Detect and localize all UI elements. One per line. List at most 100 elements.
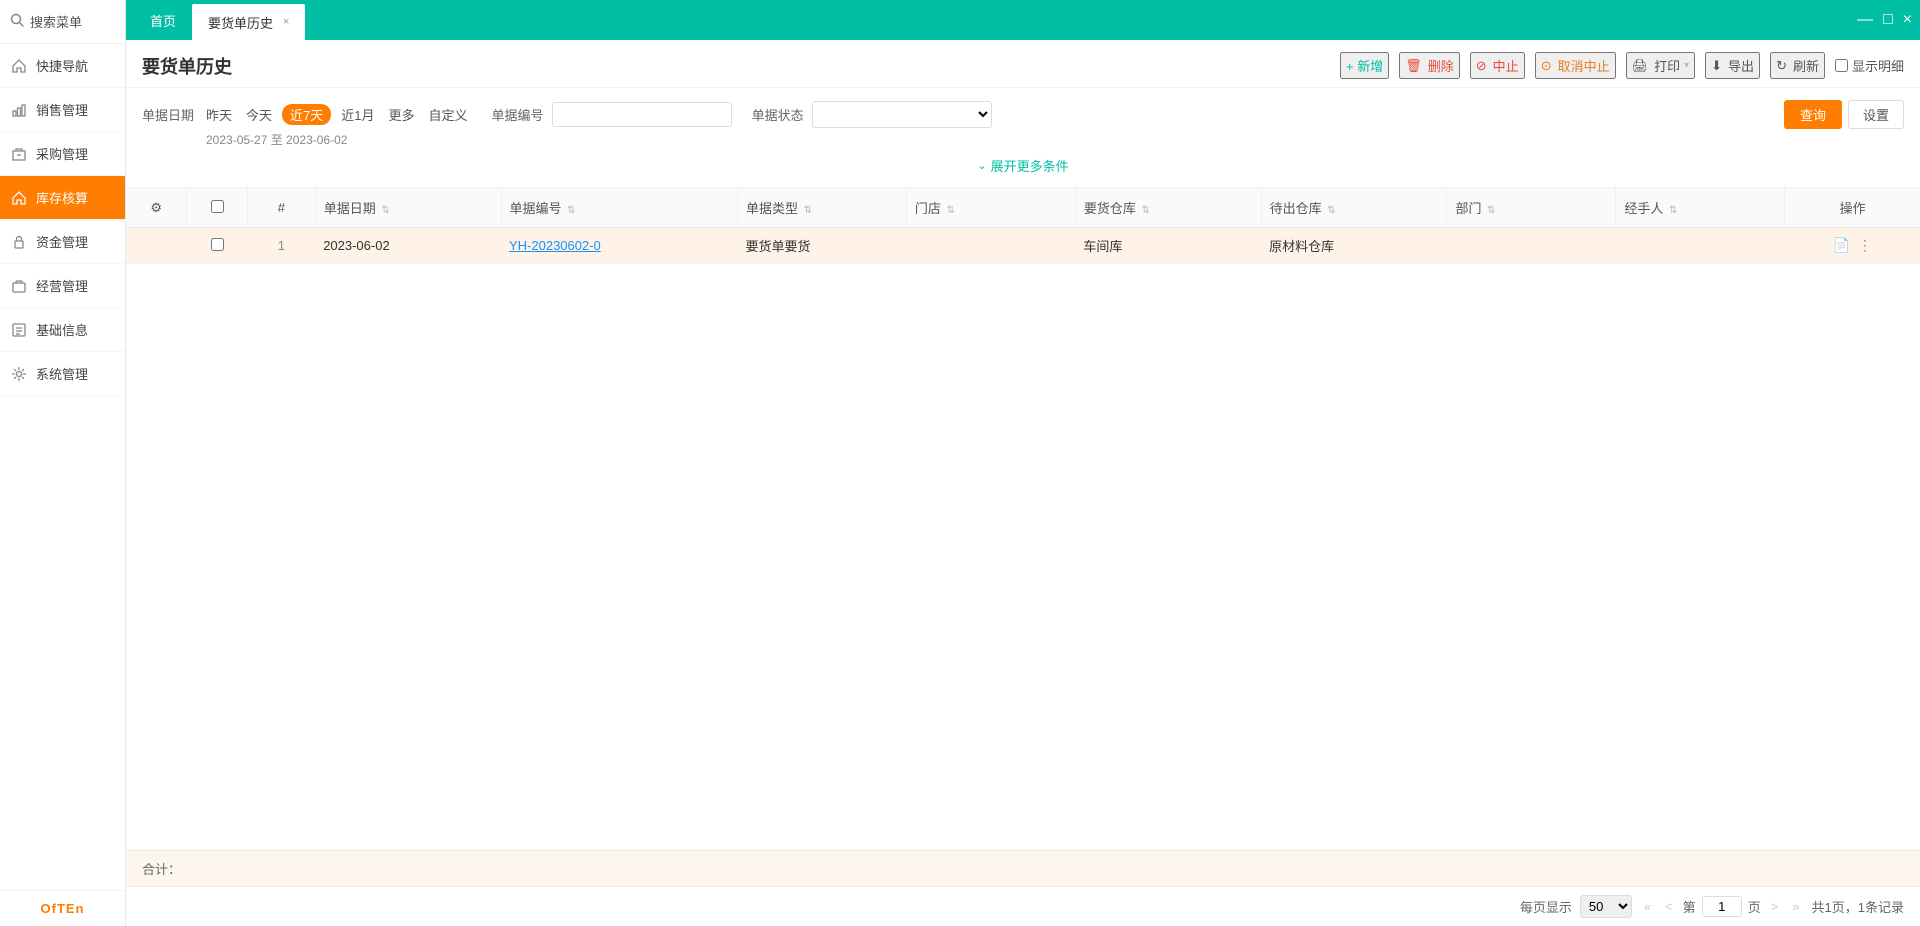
tab-home[interactable]: 首页 <box>134 0 192 40</box>
row-more-btn[interactable]: ⋮ <box>1858 237 1872 253</box>
sidebar-item-label: 库存核算 <box>36 188 88 207</box>
sidebar: 搜索菜单 快捷导航 销售管理 采购管理 <box>0 0 126 926</box>
col-store[interactable]: 门店 ⇅ <box>906 188 1075 228</box>
home-icon <box>10 57 28 75</box>
col-doc-no[interactable]: 单据编号 ⇅ <box>501 188 737 228</box>
doc-status-label: 单据状态 <box>752 105 804 124</box>
sidebar-item-label: 快捷导航 <box>36 56 88 75</box>
col-handler[interactable]: 经手人 ⇅ <box>1616 188 1785 228</box>
row-handler-cell <box>1616 228 1785 264</box>
sidebar-item-quick-nav[interactable]: 快捷导航 <box>0 44 125 88</box>
col-ops: 操作 <box>1785 188 1920 228</box>
page-label: 第 <box>1683 897 1696 916</box>
next-page-btn[interactable]: > <box>1767 897 1783 916</box>
last-page-btn[interactable]: » <box>1788 897 1803 916</box>
select-all-checkbox[interactable] <box>211 200 224 213</box>
page-suffix: 页 <box>1748 897 1761 916</box>
sidebar-item-basic-info[interactable]: 基础信息 <box>0 308 125 352</box>
col-settings[interactable]: ⚙ <box>126 188 187 228</box>
page-size-label: 每页显示 <box>1520 897 1572 916</box>
cancel-stop-button[interactable]: ⊙ 取消中止 <box>1535 52 1616 79</box>
date-shortcuts: 昨天 今天 近7天 近1月 更多 自定义 <box>202 104 472 125</box>
sidebar-item-ops-mgmt[interactable]: 经营管理 <box>0 264 125 308</box>
col-wait-wh[interactable]: 待出仓库 ⇅ <box>1261 188 1447 228</box>
chart-icon <box>10 101 28 119</box>
print-button[interactable]: 🖨 打印 ▾ <box>1626 52 1696 79</box>
doc-status-select[interactable] <box>812 101 992 128</box>
sidebar-item-sales-mgmt[interactable]: 销售管理 <box>0 88 125 132</box>
col-req-wh[interactable]: 要货仓库 ⇅ <box>1075 188 1261 228</box>
filter-group-status: 单据状态 <box>752 101 992 128</box>
gear-icon <box>10 365 28 383</box>
date-btn-today[interactable]: 今天 <box>242 104 276 125</box>
win-close-btn[interactable]: × <box>1903 11 1912 29</box>
sidebar-item-label: 基础信息 <box>36 320 88 339</box>
date-btn-yesterday[interactable]: 昨天 <box>202 104 236 125</box>
row-docno-cell[interactable]: YH-20230602-0 <box>501 228 737 264</box>
first-page-btn[interactable]: « <box>1640 897 1655 916</box>
col-doc-type[interactable]: 单据类型 ⇅ <box>737 188 906 228</box>
sidebar-item-label: 系统管理 <box>36 364 88 383</box>
row-req-wh-cell: 车间库 <box>1075 228 1261 264</box>
doc-link[interactable]: YH-20230602-0 <box>509 238 601 253</box>
display-detail-toggle[interactable]: 显示明细 <box>1835 56 1904 75</box>
sidebar-search[interactable]: 搜索菜单 <box>0 0 125 44</box>
total-info: 共1页，1条记录 <box>1812 897 1904 916</box>
filter-area: 单据日期 昨天 今天 近7天 近1月 更多 自定义 单据编号 单据状态 <box>126 88 1920 188</box>
display-detail-checkbox[interactable] <box>1835 59 1848 72</box>
doc-no-input[interactable] <box>552 102 732 127</box>
page-header: 要货单历史 + 新增 🗑 删除 ⊘ 中止 ⊙ 取消中止 🖨 打印 <box>126 40 1920 88</box>
stop-button[interactable]: ⊘ 中止 <box>1470 52 1525 79</box>
win-restore-btn[interactable]: □ <box>1883 11 1893 29</box>
filter-group-docno: 单据编号 <box>492 102 732 127</box>
table-footer: 合计： <box>126 850 1920 886</box>
sidebar-item-purchase-mgmt[interactable]: 采购管理 <box>0 132 125 176</box>
sidebar-item-inventory-calc[interactable]: 库存核算 <box>0 176 125 220</box>
sort-icon: ⇅ <box>1487 205 1495 216</box>
window-controls: — □ × <box>1857 11 1912 29</box>
row-num-cell: 1 <box>248 228 316 264</box>
date-btn-custom[interactable]: 自定义 <box>425 104 472 125</box>
pagination: 每页显示 50 100 200 « < 第 页 > » 共1页，1条记录 <box>126 886 1920 926</box>
row-checkbox[interactable] <box>211 238 224 251</box>
col-dept[interactable]: 部门 ⇅ <box>1447 188 1616 228</box>
briefcase-icon <box>10 277 28 295</box>
col-check <box>187 188 248 228</box>
col-doc-date[interactable]: 单据日期 ⇅ <box>315 188 501 228</box>
expand-more-btn[interactable]: ⌄ 展开更多条件 <box>142 152 1904 179</box>
export-button[interactable]: ⬇ 导出 <box>1705 52 1760 79</box>
date-btn-more[interactable]: 更多 <box>385 104 419 125</box>
sidebar-item-label: 资金管理 <box>36 232 88 251</box>
sort-icon: ⇅ <box>1327 205 1335 216</box>
new-button[interactable]: + 新增 <box>1340 52 1389 79</box>
sidebar-search-label: 搜索菜单 <box>30 12 82 31</box>
table-row[interactable]: 1 2023-06-02 YH-20230602-0 要货单要货 车间库 原材料… <box>126 228 1920 264</box>
tab-close-icon[interactable]: × <box>283 16 289 28</box>
date-btn-last1month[interactable]: 近1月 <box>337 104 378 125</box>
settings-button[interactable]: 设置 <box>1848 100 1904 129</box>
doc-no-label: 单据编号 <box>492 105 544 124</box>
row-date-cell: 2023-06-02 <box>315 228 501 264</box>
sidebar-item-finance-mgmt[interactable]: 资金管理 <box>0 220 125 264</box>
col-num: # <box>248 188 316 228</box>
refresh-button[interactable]: ↻ 刷新 <box>1770 52 1825 79</box>
sidebar-item-sys-mgmt[interactable]: 系统管理 <box>0 352 125 396</box>
doc-date-label: 单据日期 <box>142 105 194 124</box>
query-button[interactable]: 查询 <box>1784 100 1842 129</box>
page-number-input[interactable] <box>1702 896 1742 917</box>
row-check-cell <box>187 228 248 264</box>
tab-active[interactable]: 要货单历史 × <box>192 4 305 40</box>
filter-group-date: 单据日期 昨天 今天 近7天 近1月 更多 自定义 <box>142 104 472 125</box>
sort-icon: ⇅ <box>1669 205 1677 216</box>
date-btn-last7days[interactable]: 近7天 <box>282 104 331 125</box>
row-view-btn[interactable]: 📄 <box>1833 237 1850 253</box>
main-area: 首页 要货单历史 × — □ × 要货单历史 + 新增 🗑 删除 ⊘ <box>126 0 1920 926</box>
lock-icon <box>10 233 28 251</box>
page-size-select[interactable]: 50 100 200 <box>1580 895 1632 918</box>
sort-icon: ⇅ <box>804 205 812 216</box>
prev-page-btn[interactable]: < <box>1661 897 1677 916</box>
win-minimize-btn[interactable]: — <box>1857 11 1873 29</box>
delete-button[interactable]: 🗑 删除 <box>1399 52 1460 79</box>
row-store-cell <box>906 228 1075 264</box>
row-settings-cell <box>126 228 187 264</box>
